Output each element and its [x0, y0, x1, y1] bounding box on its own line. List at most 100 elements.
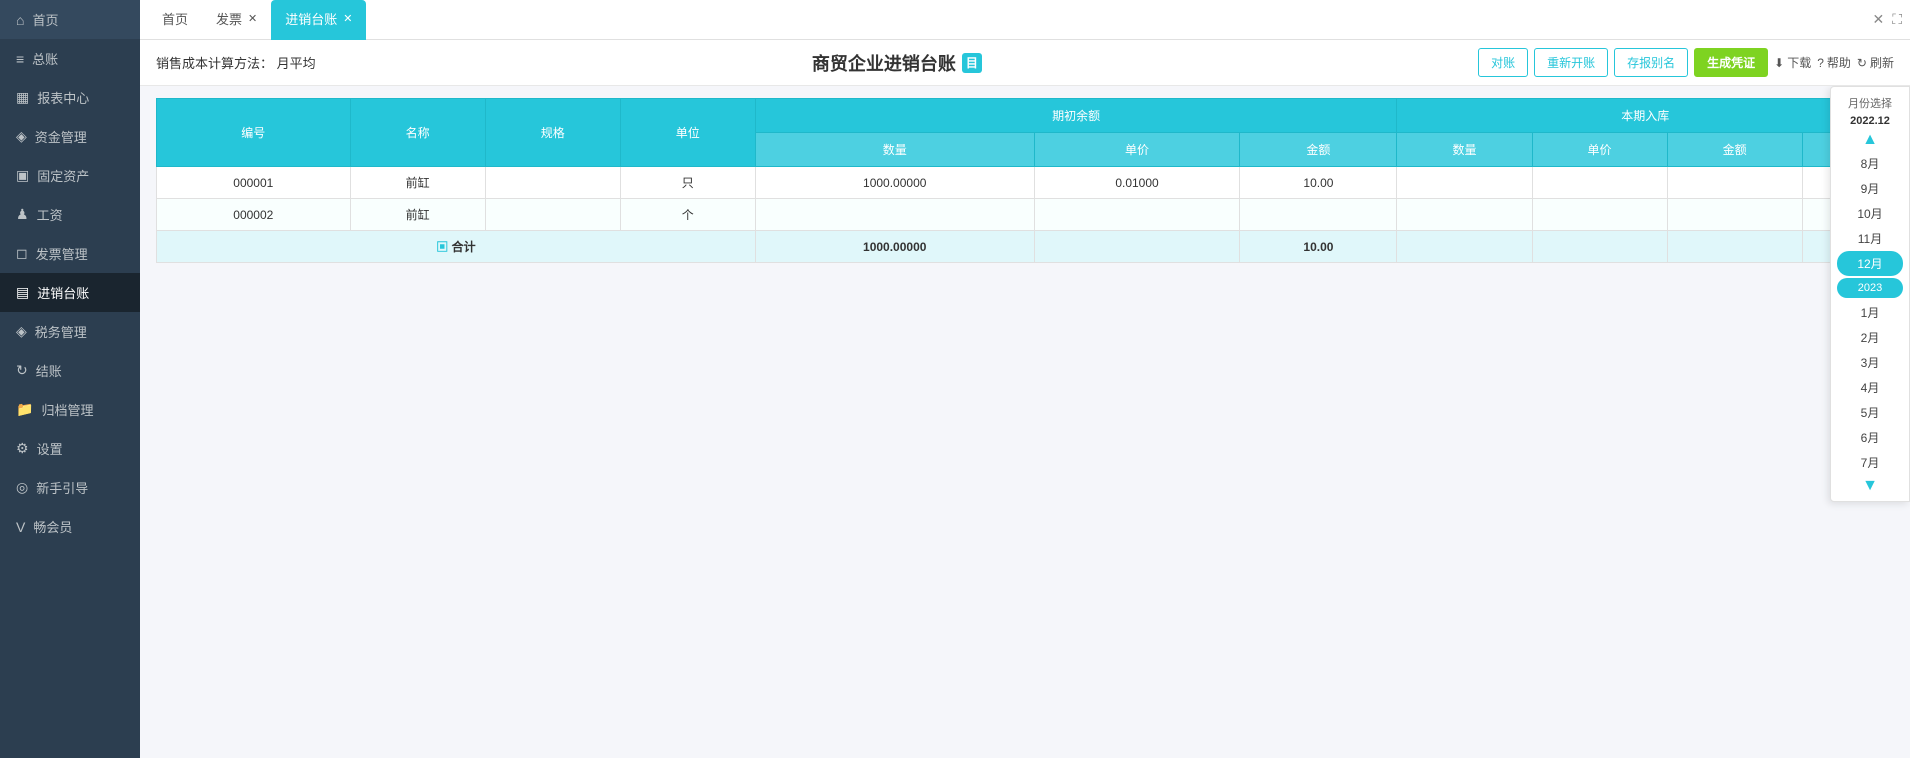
month-6[interactable]: 6月: [1831, 425, 1909, 450]
home-icon: ⌂: [16, 12, 24, 28]
cost-method-label: 销售成本计算方法： 月平均: [156, 53, 316, 72]
sidebar-item-checkout[interactable]: ↻ 结账: [0, 351, 140, 390]
month-5[interactable]: 5月: [1831, 400, 1909, 425]
sidebar-item-home[interactable]: ⌂ 首页: [0, 0, 140, 39]
month-3[interactable]: 3月: [1831, 350, 1909, 375]
cell-init-amount-1: 10.00: [1240, 167, 1397, 199]
col-name: 名称: [350, 99, 485, 167]
refresh-icon: ↻: [1857, 56, 1867, 70]
cell-in-price-1: [1532, 167, 1667, 199]
total-in-amount: [1667, 231, 1802, 263]
settings-icon: ⚙: [16, 440, 29, 457]
scroll-down-arrow[interactable]: ▼: [1862, 475, 1878, 497]
sidebar-item-salary[interactable]: ♟ 工资: [0, 195, 140, 234]
cell-spec-1: [485, 167, 620, 199]
sidebar-item-invoice-mgmt[interactable]: ◻ 发票管理: [0, 234, 140, 273]
finance-icon: ◈: [16, 128, 27, 145]
cell-in-amount-1: [1667, 167, 1802, 199]
cell-init-qty-2: [755, 199, 1034, 231]
reopen-button[interactable]: 重新开账: [1534, 48, 1608, 77]
sidebar-item-jxtz[interactable]: ▤ 进销台账: [0, 273, 140, 312]
cell-in-qty-2: [1397, 199, 1532, 231]
refresh-button[interactable]: ↻ 刷新: [1857, 54, 1894, 71]
download-icon: ⬇: [1774, 56, 1784, 70]
month-9[interactable]: 9月: [1831, 176, 1909, 201]
total-label: ▣ 合计: [157, 231, 756, 263]
cell-init-qty-1: 1000.00000: [755, 167, 1034, 199]
ledger-icon: ≡: [16, 51, 24, 67]
duizhang-button[interactable]: 对账: [1478, 48, 1528, 77]
guide-icon: ◎: [16, 479, 28, 496]
cell-unit-2: 个: [620, 199, 755, 231]
content-area: 销售成本计算方法： 月平均 商贸企业进销台账 目 对账 重新开账 存报别名 生成…: [140, 40, 1910, 758]
col-spec: 规格: [485, 99, 620, 167]
title-icon: 目: [962, 53, 982, 73]
cell-name-2: 前缸: [350, 199, 485, 231]
help-button[interactable]: ? 帮助: [1817, 54, 1851, 71]
cell-spec-2: [485, 199, 620, 231]
cell-in-price-2: [1532, 199, 1667, 231]
sub-in-amount: 金额: [1667, 133, 1802, 167]
jxtz-icon: ▤: [16, 284, 29, 301]
scroll-up-arrow[interactable]: ▲: [1862, 129, 1878, 151]
vip-icon: V: [16, 519, 25, 535]
cell-unit-1: 只: [620, 167, 755, 199]
sidebar-item-finance[interactable]: ◈ 资金管理: [0, 117, 140, 156]
year-2023-badge: 2023: [1837, 278, 1903, 298]
help-icon: ?: [1817, 56, 1824, 70]
month-12[interactable]: 12月: [1837, 251, 1903, 276]
sidebar-item-ledger[interactable]: ≡ 总账: [0, 39, 140, 78]
tab-jxtz-close[interactable]: ✕: [343, 12, 352, 25]
window-close-button[interactable]: ✕: [1872, 11, 1884, 28]
tab-bar: 首页 发票 ✕ 进销台账 ✕ ✕ ⛶: [140, 0, 1910, 40]
salary-icon: ♟: [16, 206, 29, 223]
sub-init-qty: 数量: [755, 133, 1034, 167]
tab-jxtz[interactable]: 进销台账 ✕: [271, 0, 366, 40]
sub-init-amount: 金额: [1240, 133, 1397, 167]
cell-init-amount-2: [1240, 199, 1397, 231]
col-period-in: 本期入库: [1397, 99, 1894, 133]
total-init-amount: 10.00: [1240, 231, 1397, 263]
saveas-button[interactable]: 存报别名: [1614, 48, 1688, 77]
col-period-initial: 期初余额: [755, 99, 1397, 133]
action-buttons: 对账 重新开账 存报别名 生成凭证 ⬇ 下载 ? 帮助 ↻ 刷新: [1478, 48, 1894, 77]
sidebar-item-settings[interactable]: ⚙ 设置: [0, 429, 140, 468]
cell-init-price-1: 0.01000: [1034, 167, 1240, 199]
window-maximize-button[interactable]: ⛶: [1892, 11, 1902, 28]
month-8[interactable]: 8月: [1831, 151, 1909, 176]
page-title: 商贸企业进销台账 目: [316, 50, 1478, 76]
generate-button[interactable]: 生成凭证: [1694, 48, 1768, 77]
cell-num-1: 000001: [157, 167, 351, 199]
cell-in-qty-1: [1397, 167, 1532, 199]
month-2[interactable]: 2月: [1831, 325, 1909, 350]
table-wrapper: 编号 名称 规格 单位 期初余额 本期入库 数量 单价 金额 数量 单价 金额: [140, 86, 1910, 758]
total-in-qty: [1397, 231, 1532, 263]
month-7[interactable]: 7月: [1831, 450, 1909, 475]
month-panel-title: 月份选择: [1848, 91, 1892, 113]
month-4[interactable]: 4月: [1831, 375, 1909, 400]
tab-invoice-close[interactable]: ✕: [248, 12, 257, 25]
tab-invoice[interactable]: 发票 ✕: [202, 0, 271, 40]
sidebar-item-guide[interactable]: ◎ 新手引导: [0, 468, 140, 507]
invoice-mgmt-icon: ◻: [16, 245, 28, 262]
sidebar-item-report[interactable]: ▦ 报表中心: [0, 78, 140, 117]
month-11[interactable]: 11月: [1831, 226, 1909, 251]
total-init-qty: 1000.00000: [755, 231, 1034, 263]
month-1[interactable]: 1月: [1831, 300, 1909, 325]
total-init-price: [1034, 231, 1240, 263]
sidebar-item-tax[interactable]: ◈ 税务管理: [0, 312, 140, 351]
tab-home[interactable]: 首页: [148, 0, 202, 40]
sidebar-item-vip[interactable]: V 畅会员: [0, 507, 140, 546]
checkout-icon: ↻: [16, 362, 28, 379]
month-10[interactable]: 10月: [1831, 201, 1909, 226]
total-row: ▣ 合计 1000.00000 10.00: [157, 231, 1894, 263]
sidebar-item-archive[interactable]: 📁 归档管理: [0, 390, 140, 429]
asset-icon: ▣: [16, 167, 29, 184]
sidebar-item-asset[interactable]: ▣ 固定资产: [0, 156, 140, 195]
download-button[interactable]: ⬇ 下载: [1774, 54, 1811, 71]
archive-icon: 📁: [16, 401, 33, 418]
main-table: 编号 名称 规格 单位 期初余额 本期入库 数量 单价 金额 数量 单价 金额: [156, 98, 1894, 263]
sub-in-price: 单价: [1532, 133, 1667, 167]
main-area: 首页 发票 ✕ 进销台账 ✕ ✕ ⛶ 销售成本计算方法： 月平均 商贸企业进销台…: [140, 0, 1910, 758]
sub-init-price: 单价: [1034, 133, 1240, 167]
